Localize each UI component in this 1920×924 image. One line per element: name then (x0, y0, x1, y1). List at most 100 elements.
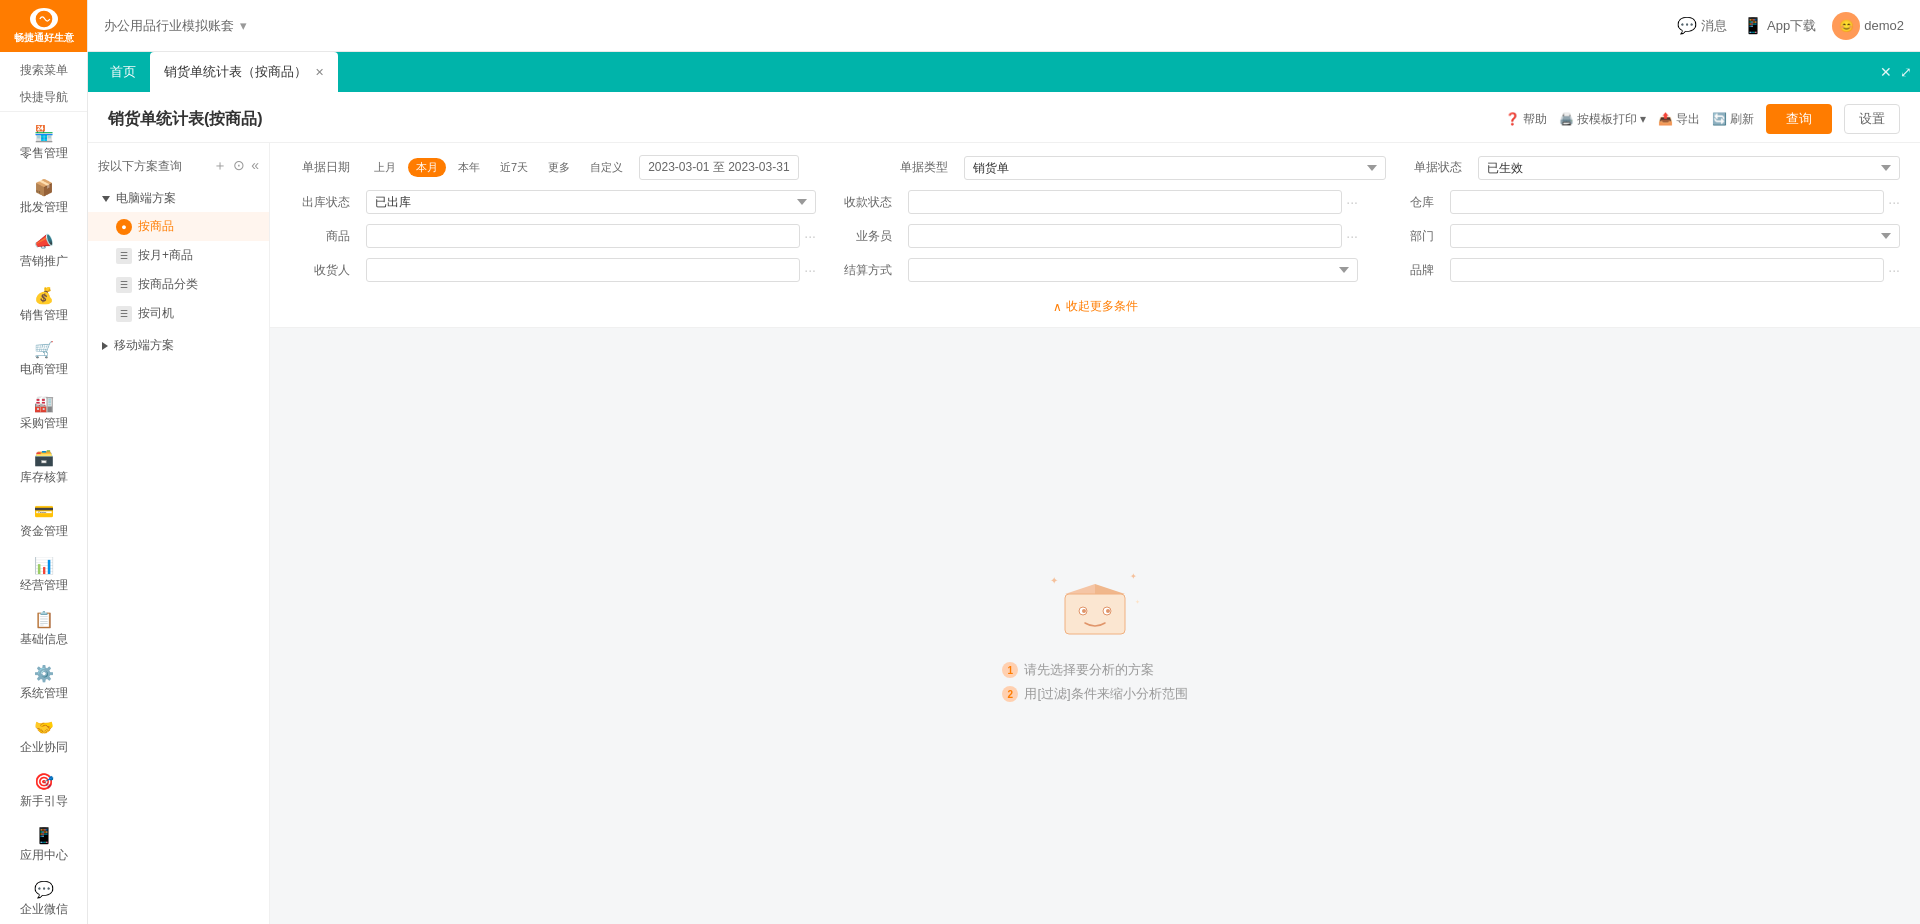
payment-label: 收款状态 (832, 194, 892, 211)
query-button[interactable]: 查询 (1766, 104, 1832, 134)
scheme-item-by-month-product[interactable]: ☰ 按月+商品 (88, 241, 269, 270)
help-button[interactable]: ❓ 帮助 (1505, 111, 1547, 128)
outstatus-select[interactable]: 已出库 (366, 190, 816, 214)
sidebar-item-marketing[interactable]: 📣 营销推广 (0, 224, 87, 278)
sidebar-item-inventory-label: 库存核算 (20, 469, 68, 486)
print-icon: 🖨️ (1559, 112, 1574, 126)
refresh-button[interactable]: 🔄 刷新 (1712, 111, 1754, 128)
docstatus-select[interactable]: 已生效 (1478, 156, 1900, 180)
date-tab-last-month[interactable]: 上月 (366, 158, 404, 177)
product-label: 商品 (290, 228, 350, 245)
sidebar-item-retail[interactable]: 🏪 零售管理 (0, 116, 87, 170)
export-label: 导出 (1676, 111, 1700, 128)
inventory-icon: 🗃️ (34, 448, 54, 467)
print-button[interactable]: 🖨️ 按模板打印 ▾ (1559, 111, 1646, 128)
collapse-filters-button[interactable]: ∧ 收起更多条件 (290, 292, 1900, 317)
sidebar-item-finance[interactable]: 💳 资金管理 (0, 494, 87, 548)
collapse-scheme-icon[interactable]: « (251, 157, 259, 175)
scheme-label-by-month-product: 按月+商品 (138, 247, 193, 264)
print-chevron[interactable]: ▾ (1640, 112, 1646, 126)
tab-report[interactable]: 销货单统计表（按商品） ✕ (150, 52, 338, 92)
sidebar-item-wholesale[interactable]: 📦 批发管理 (0, 170, 87, 224)
quick-nav-item[interactable]: 快捷导航 (0, 84, 87, 112)
scheme-item-by-product[interactable]: ● 按商品 (88, 212, 269, 241)
sidebar-item-newbie[interactable]: 🎯 新手引导 (0, 764, 87, 818)
scheme-label-by-category: 按商品分类 (138, 276, 198, 293)
user-profile[interactable]: 😊 demo2 (1832, 12, 1904, 40)
pc-group-label: 电脑端方案 (116, 190, 176, 207)
staff-label: 业务员 (832, 228, 892, 245)
date-tab-custom[interactable]: 自定义 (582, 158, 631, 177)
product-dots[interactable]: ··· (804, 228, 816, 244)
warehouse-dots[interactable]: ··· (1888, 194, 1900, 210)
enterprise-icon: 🤝 (34, 718, 54, 737)
main-area: 办公用品行业模拟账套 ▾ 💬 消息 📱 App下载 😊 demo2 首页 (88, 0, 1920, 924)
staff-dots[interactable]: ··· (1346, 228, 1358, 244)
scheme-panel-header: 按以下方案查询 ＋ ⊙ « (88, 151, 269, 181)
add-scheme-icon[interactable]: ＋ (213, 157, 227, 175)
message-label: 消息 (1701, 17, 1727, 35)
brand-dots[interactable]: ··· (1888, 262, 1900, 278)
scheme-panel-title: 按以下方案查询 (98, 158, 182, 175)
export-button[interactable]: 📤 导出 (1658, 111, 1700, 128)
sidebar-item-purchase[interactable]: 🏭 采购管理 (0, 386, 87, 440)
doctype-select[interactable]: 销货单 (964, 156, 1386, 180)
payment-input[interactable] (908, 190, 1342, 214)
sidebar-item-wechat[interactable]: 💬 企业微信 (0, 872, 87, 924)
sidebar-item-appcenter[interactable]: 📱 应用中心 (0, 818, 87, 872)
search-menu-item[interactable]: 搜索菜单 (0, 52, 87, 84)
scheme-item-by-driver[interactable]: ☰ 按司机 (88, 299, 269, 328)
tip-text-2: 用[过滤]条件来缩小分析范围 (1024, 685, 1187, 703)
receiver-input[interactable] (366, 258, 800, 282)
date-tab-more[interactable]: 更多 (540, 158, 578, 177)
workspace-name: 办公用品行业模拟账套 (104, 17, 234, 35)
scheme-label-by-product: 按商品 (138, 218, 174, 235)
warehouse-input[interactable] (1450, 190, 1884, 214)
staff-input[interactable] (908, 224, 1342, 248)
scheme-icon-by-month-product: ☰ (116, 248, 132, 264)
date-tab-7days[interactable]: 近7天 (492, 158, 536, 177)
app-download-icon: 📱 (1743, 16, 1763, 35)
scheme-group-pc-header[interactable]: 电脑端方案 (88, 185, 269, 212)
scheme-item-by-category[interactable]: ☰ 按商品分类 (88, 270, 269, 299)
sidebar-item-sales[interactable]: 💰 销售管理 (0, 278, 87, 332)
app-download-button[interactable]: 📱 App下载 (1743, 16, 1816, 35)
message-button[interactable]: 💬 消息 (1677, 16, 1727, 35)
edit-scheme-icon[interactable]: ⊙ (233, 157, 245, 175)
scheme-panel: 按以下方案查询 ＋ ⊙ « 电脑端方案 ● 按商品 (88, 143, 270, 924)
sales-icon: 💰 (34, 286, 54, 305)
sidebar-item-enterprise[interactable]: 🤝 企业协同 (0, 710, 87, 764)
page-actions: ❓ 帮助 🖨️ 按模板打印 ▾ 📤 导出 🔄 刷新 查询 设置 (1505, 104, 1900, 134)
svg-point-0 (35, 11, 52, 28)
dept-select[interactable] (1450, 224, 1900, 248)
settings-button[interactable]: 设置 (1844, 104, 1900, 134)
tab-minimize-icon[interactable]: ✕ (1880, 64, 1892, 80)
scheme-group-mobile-header[interactable]: 移动端方案 (88, 332, 269, 359)
tab-home[interactable]: 首页 (96, 52, 150, 92)
print-label: 按模板打印 (1577, 111, 1637, 128)
sidebar-item-inventory[interactable]: 🗃️ 库存核算 (0, 440, 87, 494)
date-tab-current-month[interactable]: 本月 (408, 158, 446, 177)
receiver-dots[interactable]: ··· (804, 262, 816, 278)
sidebar-item-basic[interactable]: 📋 基础信息 (0, 602, 87, 656)
sidebar-item-enterprise-label: 企业协同 (20, 739, 68, 756)
sidebar-item-purchase-label: 采购管理 (20, 415, 68, 432)
sidebar-item-operation[interactable]: 📊 经营管理 (0, 548, 87, 602)
product-input[interactable] (366, 224, 800, 248)
sidebar-item-system-label: 系统管理 (20, 685, 68, 702)
collapse-label: 收起更多条件 (1066, 298, 1138, 315)
tab-close-icon[interactable]: ✕ (315, 66, 324, 79)
brand-input[interactable] (1450, 258, 1884, 282)
workspace-title: 办公用品行业模拟账套 ▾ (104, 17, 1665, 35)
settle-select[interactable] (908, 258, 1358, 282)
empty-tip-1: 1 请先选择要分析的方案 (1002, 661, 1187, 679)
purchase-icon: 🏭 (34, 394, 54, 413)
workspace-chevron[interactable]: ▾ (240, 18, 247, 33)
sidebar-item-ecommerce[interactable]: 🛒 电商管理 (0, 332, 87, 386)
payment-dots[interactable]: ··· (1346, 194, 1358, 210)
date-range-display[interactable]: 2023-03-01 至 2023-03-31 (639, 155, 798, 180)
tab-maximize-icon[interactable]: ⤢ (1900, 64, 1912, 80)
sidebar-item-basic-label: 基础信息 (20, 631, 68, 648)
date-tab-current-year[interactable]: 本年 (450, 158, 488, 177)
sidebar-item-system[interactable]: ⚙️ 系统管理 (0, 656, 87, 710)
